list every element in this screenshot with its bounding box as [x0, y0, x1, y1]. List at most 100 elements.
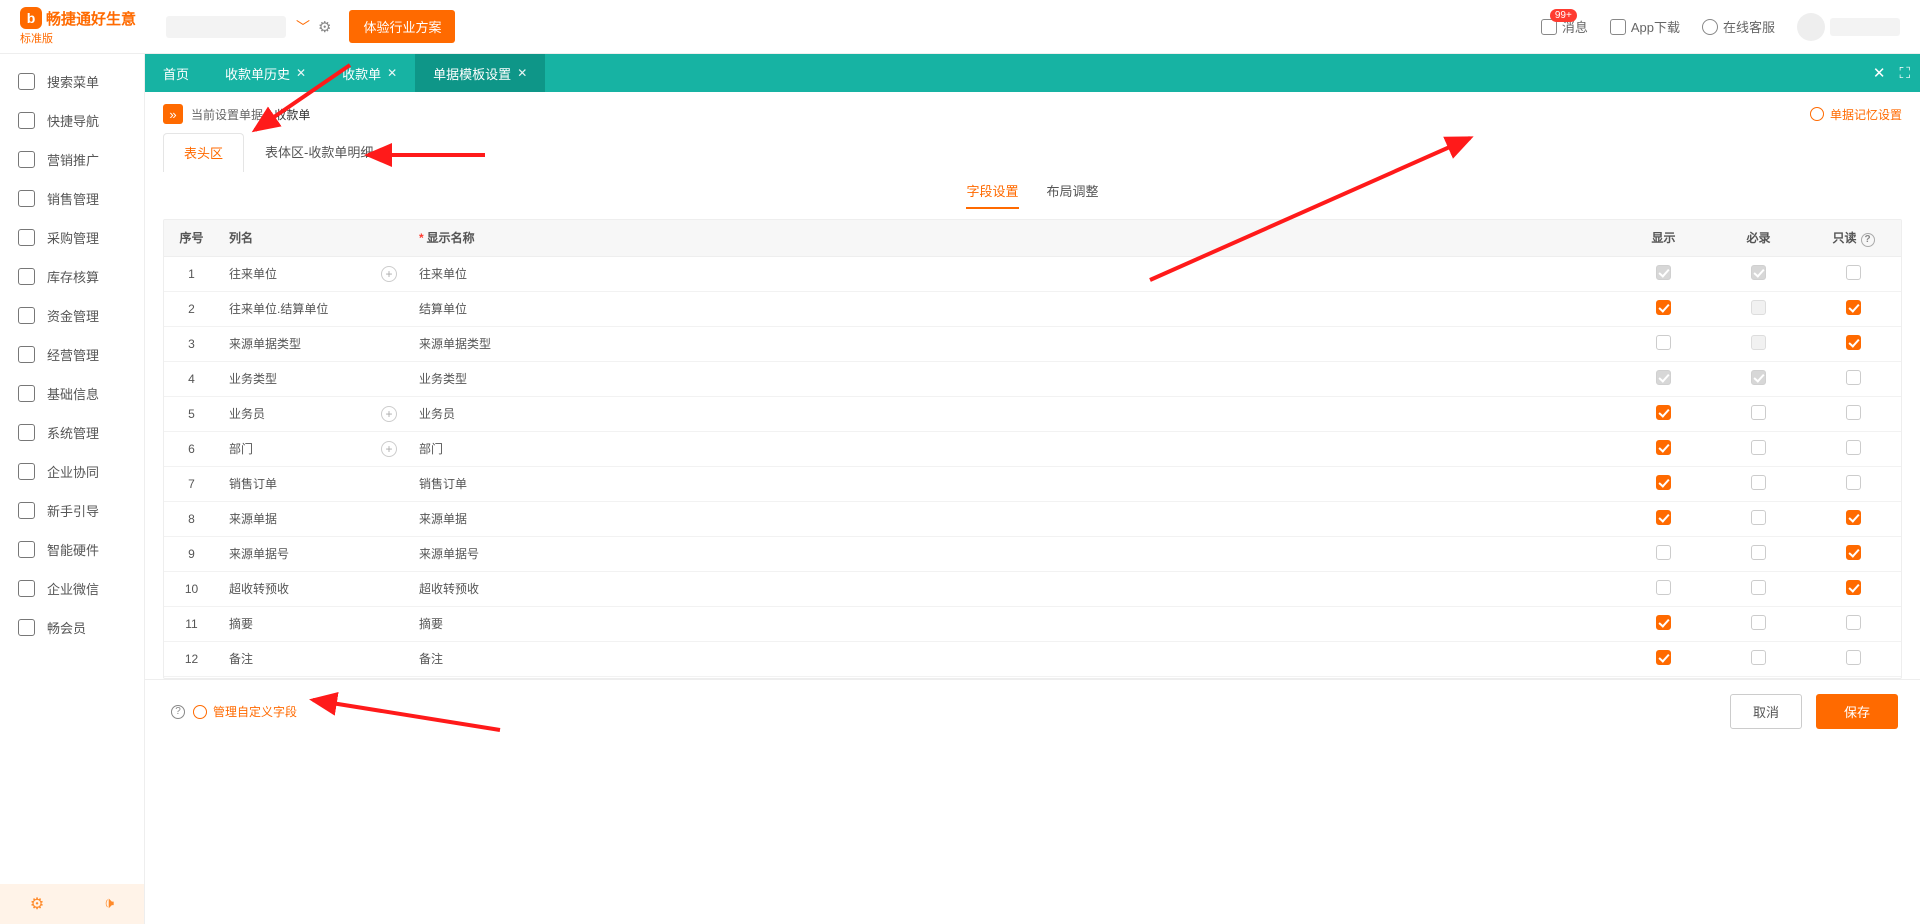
- cell-disp[interactable]: 结算单位: [409, 291, 1616, 326]
- cell-disp[interactable]: 超收转预收: [409, 571, 1616, 606]
- mid-tab[interactable]: 字段设置: [966, 181, 1018, 209]
- cell-disp[interactable]: 来源单据类型: [409, 326, 1616, 361]
- sidebar-item-guide[interactable]: 新手引导: [0, 491, 144, 530]
- account-switcher[interactable]: ﹀: [166, 16, 310, 38]
- checkbox[interactable]: [1846, 405, 1861, 420]
- cell-req: [1711, 396, 1806, 431]
- fullscreen-icon[interactable]: ⛶: [1899, 65, 1910, 82]
- sidebar-item-hardware[interactable]: 智能硬件: [0, 530, 144, 569]
- tab-收款单历史[interactable]: 收款单历史✕: [207, 54, 324, 92]
- cell-show: [1616, 431, 1711, 466]
- checkbox[interactable]: [1846, 615, 1861, 630]
- tab-收款单[interactable]: 收款单✕: [324, 54, 415, 92]
- app-download-link[interactable]: App下载: [1610, 17, 1680, 36]
- area-tab[interactable]: 表头区: [163, 133, 244, 172]
- close-icon[interactable]: ✕: [517, 66, 527, 80]
- cancel-button[interactable]: 取消: [1730, 694, 1802, 729]
- tab-首页[interactable]: 首页: [145, 54, 207, 92]
- gear-icon[interactable]: ⚙: [318, 18, 331, 36]
- sidebar: 搜索菜单快捷导航营销推广销售管理采购管理库存核算资金管理经营管理基础信息系统管理…: [0, 54, 145, 924]
- checkbox: [1751, 370, 1766, 385]
- footer-sound-icon[interactable]: 🕩: [104, 895, 114, 913]
- checkbox: [1656, 265, 1671, 280]
- sidebar-item-sales[interactable]: 销售管理: [0, 179, 144, 218]
- checkbox[interactable]: [1751, 545, 1766, 560]
- checkbox[interactable]: [1846, 335, 1861, 350]
- checkbox[interactable]: [1751, 405, 1766, 420]
- checkbox[interactable]: [1751, 615, 1766, 630]
- tab-单据模板设置[interactable]: 单据模板设置✕: [415, 54, 545, 92]
- plus-icon[interactable]: +: [381, 441, 397, 457]
- sidebar-item-inventory[interactable]: 库存核算: [0, 257, 144, 296]
- close-icon[interactable]: ✕: [296, 66, 306, 80]
- checkbox[interactable]: [1846, 650, 1861, 665]
- checkbox[interactable]: [1656, 510, 1671, 525]
- checkbox[interactable]: [1846, 300, 1861, 315]
- footer-gear-icon[interactable]: ⚙: [30, 894, 44, 914]
- checkbox[interactable]: [1846, 370, 1861, 385]
- memory-settings-link[interactable]: 单据记忆设置: [1810, 106, 1902, 123]
- cell-index: 3: [164, 326, 219, 361]
- sidebar-item-purchase[interactable]: 采购管理: [0, 218, 144, 257]
- close-icon[interactable]: ✕: [387, 66, 397, 80]
- checkbox[interactable]: [1846, 580, 1861, 595]
- checkbox[interactable]: [1656, 405, 1671, 420]
- current-doc-label: 当前设置单据:: [191, 106, 266, 123]
- plus-icon[interactable]: +: [381, 406, 397, 422]
- checkbox[interactable]: [1846, 545, 1861, 560]
- checkbox[interactable]: [1656, 580, 1671, 595]
- expand-icon[interactable]: »: [163, 104, 183, 124]
- checkbox[interactable]: [1751, 650, 1766, 665]
- checkbox[interactable]: [1656, 440, 1671, 455]
- sidebar-item-search[interactable]: 搜索菜单: [0, 62, 144, 101]
- checkbox[interactable]: [1846, 265, 1861, 280]
- checkbox[interactable]: [1656, 475, 1671, 490]
- sidebar-item-marketing[interactable]: 营销推广: [0, 140, 144, 179]
- sidebar-item-label: 畅会员: [47, 618, 86, 637]
- checkbox[interactable]: [1751, 510, 1766, 525]
- checkbox[interactable]: [1846, 475, 1861, 490]
- sidebar-item-fund[interactable]: 资金管理: [0, 296, 144, 335]
- checkbox[interactable]: [1751, 440, 1766, 455]
- sidebar-item-enterprise[interactable]: 企业协同: [0, 452, 144, 491]
- manage-custom-fields-link[interactable]: 管理自定义字段: [193, 703, 297, 720]
- checkbox[interactable]: [1751, 475, 1766, 490]
- checkbox[interactable]: [1656, 650, 1671, 665]
- cell-disp[interactable]: 业务类型: [409, 361, 1616, 396]
- checkbox[interactable]: [1656, 300, 1671, 315]
- fields-table-wrap[interactable]: 序号 列名 *显示名称 显示 必录 只读? 1往来单位+往来单位2往来单位.结算…: [163, 219, 1902, 679]
- help-icon[interactable]: ?: [1861, 233, 1875, 247]
- checkbox[interactable]: [1656, 335, 1671, 350]
- cell-disp[interactable]: 销售订单: [409, 466, 1616, 501]
- checkbox[interactable]: [1751, 580, 1766, 595]
- mid-tab[interactable]: 布局调整: [1047, 181, 1099, 209]
- cell-disp[interactable]: 备注: [409, 641, 1616, 676]
- cell-disp[interactable]: 来源单据: [409, 501, 1616, 536]
- area-tab[interactable]: 表体区-收款单明细: [244, 132, 394, 171]
- trial-button[interactable]: 体验行业方案: [349, 10, 455, 43]
- sidebar-item-quicknav[interactable]: 快捷导航: [0, 101, 144, 140]
- checkbox[interactable]: [1656, 615, 1671, 630]
- guide-icon: [18, 502, 35, 519]
- sidebar-item-vip[interactable]: 畅会员: [0, 608, 144, 647]
- checkbox[interactable]: [1656, 545, 1671, 560]
- sidebar-item-wechat[interactable]: 企业微信: [0, 569, 144, 608]
- cell-disp[interactable]: 来源单据号: [409, 536, 1616, 571]
- checkbox[interactable]: [1846, 440, 1861, 455]
- messages-link[interactable]: 消息 99+: [1541, 17, 1588, 36]
- cell-disp[interactable]: 部门: [409, 431, 1616, 466]
- plus-icon[interactable]: +: [381, 266, 397, 282]
- sidebar-item-basic[interactable]: 基础信息: [0, 374, 144, 413]
- help-icon[interactable]: ?: [171, 705, 185, 719]
- cell-disp[interactable]: 往来单位: [409, 256, 1616, 291]
- sidebar-item-operation[interactable]: 经营管理: [0, 335, 144, 374]
- save-button[interactable]: 保存: [1816, 694, 1898, 729]
- sidebar-item-system[interactable]: 系统管理: [0, 413, 144, 452]
- cell-show: [1616, 466, 1711, 501]
- service-link[interactable]: 在线客服: [1702, 17, 1775, 36]
- tab-close-all-icon[interactable]: ✕: [1873, 64, 1886, 82]
- cell-disp[interactable]: 业务员: [409, 396, 1616, 431]
- cell-disp[interactable]: 摘要: [409, 606, 1616, 641]
- checkbox[interactable]: [1846, 510, 1861, 525]
- user-menu[interactable]: [1797, 13, 1900, 41]
